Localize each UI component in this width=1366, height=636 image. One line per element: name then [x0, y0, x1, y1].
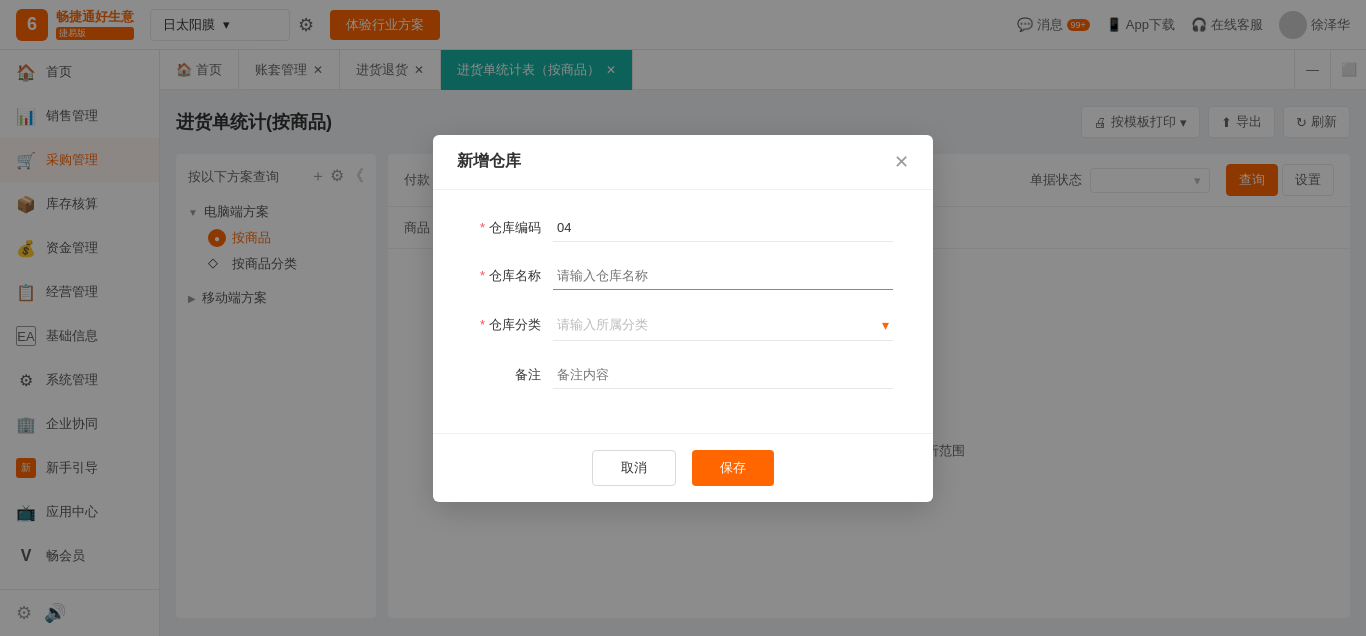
modal-close-button[interactable]: ✕ [894, 151, 909, 173]
cancel-button[interactable]: 取消 [592, 450, 676, 486]
modal-body: 仓库编码 仓库名称 仓库分类 请输入所属分类 ▾ 备注 [433, 190, 933, 433]
category-label: 仓库分类 [473, 316, 553, 334]
form-row-remark: 备注 [473, 361, 893, 389]
code-input[interactable] [553, 214, 893, 242]
code-label: 仓库编码 [473, 219, 553, 237]
category-select[interactable]: 请输入所属分类 ▾ [553, 310, 893, 341]
remark-label: 备注 [473, 366, 553, 384]
modal-footer: 取消 保存 [433, 433, 933, 502]
form-row-name: 仓库名称 [473, 262, 893, 290]
form-row-code: 仓库编码 [473, 214, 893, 242]
category-arrow: ▾ [882, 317, 889, 333]
form-row-category: 仓库分类 请输入所属分类 ▾ [473, 310, 893, 341]
name-label: 仓库名称 [473, 267, 553, 285]
modal-header: 新增仓库 ✕ [433, 135, 933, 190]
warehouse-modal: 新增仓库 ✕ 仓库编码 仓库名称 仓库分类 请输入所属分类 ▾ [433, 135, 933, 502]
save-button[interactable]: 保存 [692, 450, 774, 486]
modal-title: 新增仓库 [457, 151, 521, 172]
remark-input[interactable] [553, 361, 893, 389]
name-input[interactable] [553, 262, 893, 290]
modal-overlay[interactable]: 新增仓库 ✕ 仓库编码 仓库名称 仓库分类 请输入所属分类 ▾ [0, 0, 1366, 636]
category-placeholder: 请输入所属分类 [557, 316, 648, 334]
